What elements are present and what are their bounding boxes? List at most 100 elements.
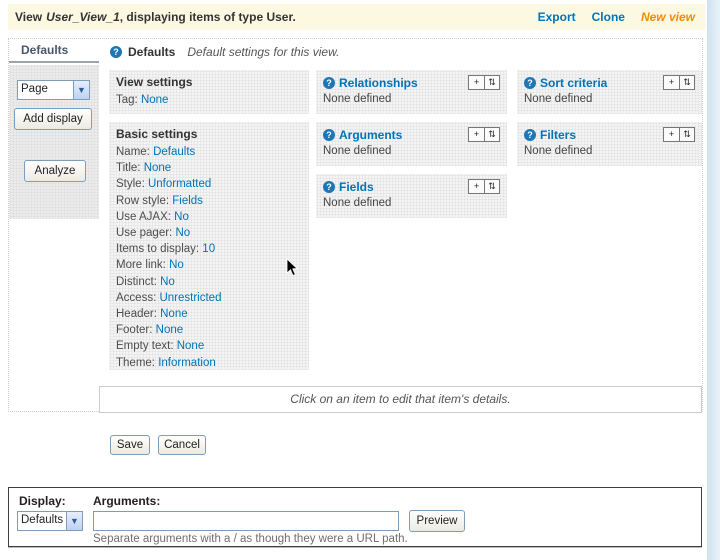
setting-row-name: Name: Defaults [116, 146, 196, 158]
theme-value-link[interactable]: Information [158, 357, 216, 369]
setting-row-more-link: More link: No [116, 259, 184, 272]
view-message-bar: View User_View_1 , displaying items of t… [8, 4, 705, 30]
distinct-value-link[interactable]: No [160, 276, 175, 288]
clone-link[interactable]: Clone [592, 10, 625, 24]
bucket-icons: + ⇅ [468, 127, 500, 142]
tab-defaults[interactable]: Defaults [9, 39, 99, 63]
chevron-down-icon: ▼ [66, 512, 82, 530]
view-actions: Export Clone New view [538, 10, 695, 24]
add-icon[interactable]: + [664, 128, 679, 141]
relationships-bucket: ? Relationships + ⇅ None defined [316, 70, 507, 114]
style-value-link[interactable]: Unformatted [148, 178, 211, 190]
view-message-suffix: , displaying items of type User. [119, 10, 296, 24]
setting-row-style: Style: Unformatted [116, 178, 212, 191]
setting-row-theme: Theme: Information [116, 356, 216, 369]
display-help-line: ? Defaults Default settings for this vie… [110, 45, 339, 59]
bucket-icons: + ⇅ [663, 75, 695, 90]
tag-value-link[interactable]: None [141, 94, 169, 106]
views-editor: Defaults Page ▼ Add display Analyze ? De… [8, 38, 703, 413]
relationships-title-link[interactable]: Relationships [339, 76, 418, 90]
row-style-value-link[interactable]: Fields [172, 195, 203, 207]
help-icon[interactable]: ? [323, 180, 335, 193]
arguments-title-link[interactable]: Arguments [339, 128, 402, 142]
rearrange-icon[interactable]: ⇅ [484, 180, 499, 193]
analyze-button[interactable]: Analyze [24, 160, 86, 182]
add-icon[interactable]: + [664, 76, 679, 89]
filters-empty-text: None defined [524, 145, 593, 157]
sort-criteria-title-link[interactable]: Sort criteria [540, 76, 607, 90]
fields-title-link[interactable]: Fields [339, 180, 374, 194]
rearrange-icon[interactable]: ⇅ [679, 76, 694, 89]
setting-row-row-style: Row style: Fields [116, 194, 203, 207]
editor-footer-note: Click on an item to edit that item's det… [99, 386, 702, 413]
arguments-empty-text: None defined [323, 145, 392, 157]
empty-text-value-link[interactable]: None [177, 340, 205, 352]
preview-help-text: Separate arguments with a / as though th… [93, 533, 408, 545]
new-view-link[interactable]: New view [641, 10, 695, 24]
access-value-link[interactable]: Unrestricted [159, 292, 221, 304]
setting-row-empty-text: Empty text: None [116, 340, 205, 353]
cancel-button[interactable]: Cancel [158, 435, 206, 455]
relationships-empty-text: None defined [323, 93, 392, 105]
display-title: Defaults [128, 45, 176, 59]
view-name: User_View_1 [46, 10, 120, 24]
rearrange-icon[interactable]: ⇅ [484, 76, 499, 89]
header-value-link[interactable]: None [160, 308, 188, 320]
view-settings-title: View settings [116, 75, 193, 89]
display-subtitle: Default settings for this view. [187, 45, 340, 59]
add-icon[interactable]: + [469, 76, 484, 89]
add-display-button[interactable]: Add display [14, 108, 92, 130]
help-icon[interactable]: ? [323, 128, 335, 141]
preview-button[interactable]: Preview [409, 510, 465, 532]
display-type-select[interactable]: Page ▼ [17, 80, 90, 100]
setting-row-header: Header: None [116, 308, 188, 321]
save-button[interactable]: Save [110, 435, 150, 455]
setting-row-distinct: Distinct: No [116, 275, 175, 288]
setting-row-footer: Footer: None [116, 324, 184, 337]
use-pager-value-link[interactable]: No [175, 227, 190, 239]
basic-settings-bucket: Basic settings Name: Defaults Title: Non… [109, 122, 309, 370]
rearrange-icon[interactable]: ⇅ [679, 128, 694, 141]
view-message-prefix: View [15, 10, 43, 24]
use-ajax-value-link[interactable]: No [174, 211, 189, 223]
more-link-value-link[interactable]: No [169, 259, 184, 271]
help-icon[interactable]: ? [323, 76, 335, 89]
setting-row-access: Access: Unrestricted [116, 291, 222, 304]
footer-value-link[interactable]: None [156, 324, 184, 336]
arguments-bucket: ? Arguments + ⇅ None defined [316, 122, 507, 166]
export-link[interactable]: Export [538, 10, 576, 24]
items-value-link[interactable]: 10 [202, 243, 215, 255]
live-preview-panel: Display: Defaults ▼ Arguments: Preview S… [8, 487, 702, 547]
mouse-cursor-icon [286, 258, 298, 277]
preview-arguments-label: Arguments: [93, 494, 161, 508]
preview-arguments-input[interactable] [93, 511, 399, 531]
help-icon[interactable]: ? [524, 128, 536, 141]
sort-criteria-empty-text: None defined [524, 93, 593, 105]
add-icon[interactable]: + [469, 128, 484, 141]
setting-row-use-pager: Use pager: No [116, 227, 191, 240]
rearrange-icon[interactable]: ⇅ [484, 128, 499, 141]
help-icon[interactable]: ? [110, 46, 122, 58]
help-icon[interactable]: ? [524, 76, 536, 89]
preview-display-label: Display: [19, 494, 66, 508]
setting-row-use-ajax: Use AJAX: No [116, 210, 189, 223]
setting-row-tag: Tag: None [116, 94, 169, 106]
title-value-link[interactable]: None [144, 162, 172, 174]
sort-criteria-bucket: ? Sort criteria + ⇅ None defined [517, 70, 702, 114]
add-icon[interactable]: + [469, 180, 484, 193]
preview-display-select[interactable]: Defaults ▼ [17, 511, 83, 531]
fields-bucket: ? Fields + ⇅ None defined [316, 174, 507, 218]
preview-display-select-value: Defaults [21, 514, 64, 526]
setting-row-items: Items to display: 10 [116, 243, 216, 256]
bucket-icons: + ⇅ [468, 75, 500, 90]
fields-empty-text: None defined [323, 197, 392, 209]
name-value-link[interactable]: Defaults [153, 146, 195, 158]
view-settings-bucket: View settings Tag: None [109, 70, 309, 114]
filters-bucket: ? Filters + ⇅ None defined [517, 122, 702, 166]
basic-settings-title: Basic settings [116, 127, 198, 141]
setting-row-title: Title: None [116, 162, 172, 175]
chevron-down-icon: ▼ [73, 81, 89, 99]
display-type-select-value: Page [21, 83, 48, 95]
bucket-icons: + ⇅ [468, 179, 500, 194]
filters-title-link[interactable]: Filters [540, 128, 576, 142]
